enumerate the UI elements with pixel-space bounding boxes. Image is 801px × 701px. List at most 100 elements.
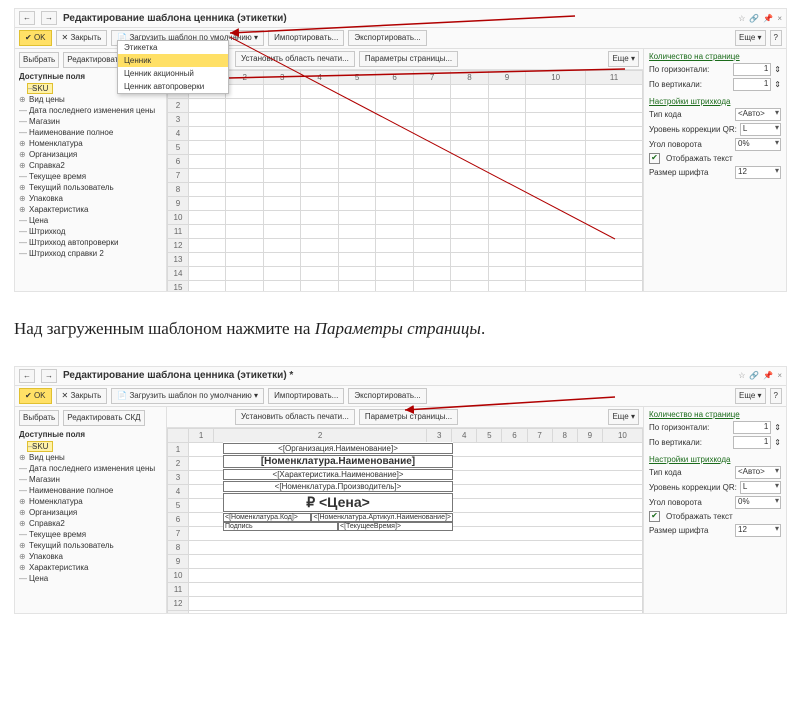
article-paragraph: Над загруженным шаблоном нажмите на Пара… (14, 316, 787, 342)
menu-item-cennik-auto[interactable]: Ценник автопроверки (118, 80, 228, 93)
field-item[interactable]: Текущее время (19, 171, 162, 182)
pin-icon[interactable]: 📌 (763, 14, 773, 23)
close-icon[interactable]: × (777, 14, 782, 23)
field-item[interactable]: Упаковка (19, 193, 162, 204)
stepper-icon[interactable]: ⇕ (774, 423, 781, 432)
fields-tree: SKU Вид цены Дата последнего изменения ц… (19, 83, 162, 259)
field-item[interactable]: Номенклатура (19, 138, 162, 149)
help-button[interactable]: ? (770, 30, 782, 46)
choose-button[interactable]: Выбрать (19, 410, 59, 426)
font-size-label: Размер шрифта (649, 168, 732, 177)
field-item[interactable]: Штрихкод автопроверки (19, 237, 162, 248)
window-controls[interactable]: ☆ 🔗 📌 × (738, 371, 782, 380)
field-item[interactable]: Характеристика (19, 562, 162, 573)
tpl-manufacturer: <[Номенклатура.Производитель]> (223, 481, 453, 492)
rotation-select[interactable]: 0% (735, 138, 781, 151)
edit-skd-button[interactable]: Редактировать СКД (63, 410, 144, 426)
set-print-area-button[interactable]: Установить область печати... (235, 409, 355, 425)
field-item[interactable]: Наименование полное (19, 485, 162, 496)
close-button[interactable]: ✕ Закрыть (56, 388, 108, 404)
spreadsheet-grid[interactable]: 1234567891011 1 2 3 4 5 6 7 8 9 10 11 12… (167, 70, 643, 292)
export-button[interactable]: Экспортировать... (348, 30, 426, 46)
load-default-button[interactable]: 📄 Загрузить шаблон по умолчанию ▾ (111, 388, 264, 404)
field-item[interactable]: Цена (19, 573, 162, 584)
close-icon[interactable]: × (777, 371, 782, 380)
field-item[interactable]: Вид цены (19, 94, 162, 105)
font-size-label: Размер шрифта (649, 526, 732, 535)
show-text-checkbox[interactable]: ✔ (649, 153, 660, 164)
horiz-input[interactable]: 1 (733, 421, 771, 434)
more-button[interactable]: Еще ▾ (735, 388, 766, 404)
help-button[interactable]: ? (770, 388, 782, 404)
stepper-icon[interactable]: ⇕ (774, 438, 781, 447)
center-toolbar: Установить область печати... Параметры с… (167, 407, 643, 428)
main-toolbar: ✔ OK ✕ Закрыть 📄 Загрузить шаблон по умо… (15, 386, 786, 407)
field-item[interactable]: Справка2 (19, 160, 162, 171)
spreadsheet-grid[interactable]: 12345678910 1 2 3 4 5 6 7 8 9 10 11 12 1… (167, 428, 643, 614)
bookmark-icon[interactable]: ☆ (738, 14, 745, 23)
stepper-icon[interactable]: ⇕ (774, 80, 781, 89)
pin-icon[interactable]: 📌 (763, 371, 773, 380)
code-type-select[interactable]: <Авто> (735, 108, 781, 121)
menu-item-cennik-akc[interactable]: Ценник акционный (118, 67, 228, 80)
field-item[interactable]: Вид цены (19, 452, 162, 463)
qr-corr-select[interactable]: L (740, 481, 781, 494)
set-print-area-button[interactable]: Установить область печати... (235, 51, 355, 67)
field-sku[interactable]: SKU (27, 83, 53, 94)
center-panel: Установить область печати... Параметры с… (167, 49, 644, 292)
nav-back-button[interactable]: ← (19, 11, 35, 25)
vert-input[interactable]: 1 (733, 78, 771, 91)
field-item[interactable]: Текущий пользователь (19, 540, 162, 551)
nav-forward-button[interactable]: → (41, 11, 57, 25)
field-item[interactable]: Характеристика (19, 204, 162, 215)
more-button[interactable]: Еще ▾ (735, 30, 766, 46)
field-item[interactable]: Штрихкод (19, 226, 162, 237)
qr-corr-select[interactable]: L (740, 123, 781, 136)
font-size-select[interactable]: 12 (735, 166, 781, 179)
count-heading: Количество на странице (649, 410, 781, 419)
link-icon[interactable]: 🔗 (749, 14, 759, 23)
nav-forward-button[interactable]: → (41, 369, 57, 383)
page-params-button[interactable]: Параметры страницы... (359, 51, 458, 67)
rotation-select[interactable]: 0% (735, 496, 781, 509)
font-size-select[interactable]: 12 (735, 524, 781, 537)
field-item[interactable]: Номенклатура (19, 496, 162, 507)
code-type-select[interactable]: <Авто> (735, 466, 781, 479)
field-item[interactable]: Справка2 (19, 518, 162, 529)
ok-button[interactable]: ✔ OK (19, 388, 52, 404)
field-item[interactable]: Дата последнего изменения цены (19, 463, 162, 474)
bookmark-icon[interactable]: ☆ (738, 371, 745, 380)
close-button[interactable]: ✕ Закрыть (56, 30, 108, 46)
field-item[interactable]: Организация (19, 507, 162, 518)
field-item[interactable]: Текущий пользователь (19, 182, 162, 193)
stepper-icon[interactable]: ⇕ (774, 65, 781, 74)
field-item[interactable]: Магазин (19, 116, 162, 127)
import-button[interactable]: Импортировать... (268, 388, 344, 404)
page-params-button[interactable]: Параметры страницы... (359, 409, 458, 425)
import-button[interactable]: Импортировать... (268, 30, 344, 46)
field-item[interactable]: Дата последнего изменения цены (19, 105, 162, 116)
field-item[interactable]: Упаковка (19, 551, 162, 562)
choose-button[interactable]: Выбрать (19, 52, 59, 68)
nav-back-button[interactable]: ← (19, 369, 35, 383)
menu-item-etikette[interactable]: Этикетка (118, 41, 228, 54)
vert-input[interactable]: 1 (733, 436, 771, 449)
field-item[interactable]: Наименование полное (19, 127, 162, 138)
field-item[interactable]: Текущее время (19, 529, 162, 540)
tpl-article-row: <[Номенклатура.Код]><[Номенклатура.Артик… (223, 513, 453, 522)
link-icon[interactable]: 🔗 (749, 371, 759, 380)
window-controls[interactable]: ☆ 🔗 📌 × (738, 14, 782, 23)
menu-item-cennik[interactable]: Ценник (118, 54, 228, 67)
field-item[interactable]: Организация (19, 149, 162, 160)
field-sku[interactable]: SKU (27, 441, 53, 452)
center-more-button[interactable]: Еще ▾ (608, 51, 639, 67)
field-item[interactable]: Цена (19, 215, 162, 226)
ok-button[interactable]: ✔ OK (19, 30, 52, 46)
export-button[interactable]: Экспортировать... (348, 388, 426, 404)
field-item[interactable]: Штрихкод справки 2 (19, 248, 162, 259)
center-more-button[interactable]: Еще ▾ (608, 409, 639, 425)
field-item[interactable]: Магазин (19, 474, 162, 485)
horiz-input[interactable]: 1 (733, 63, 771, 76)
show-text-checkbox[interactable]: ✔ (649, 511, 660, 522)
rotation-label: Угол поворота (649, 498, 732, 507)
